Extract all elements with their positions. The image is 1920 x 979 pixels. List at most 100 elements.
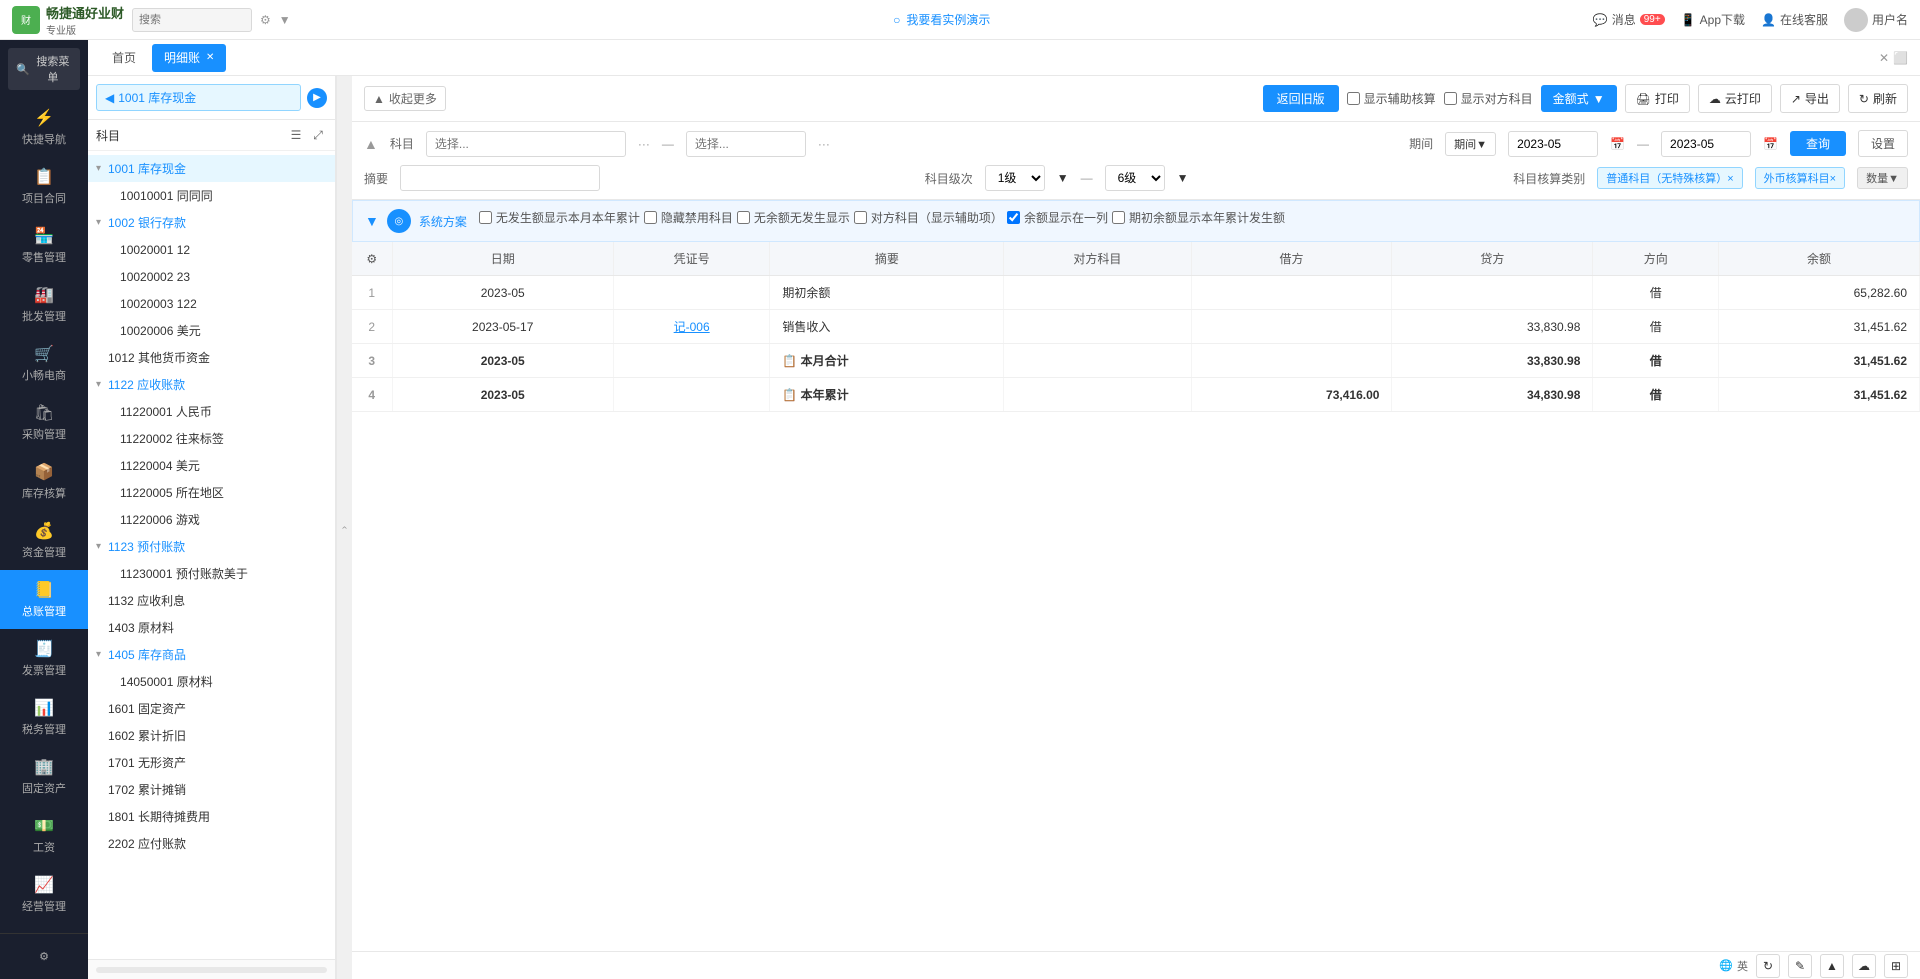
tree-item-1012[interactable]: 1012 其他货币资金: [88, 344, 335, 371]
tree-item-11230001[interactable]: 11230001 预付账款美于: [88, 560, 335, 587]
nav-next-btn[interactable]: ▶: [307, 88, 327, 108]
checkbox-input-cb4[interactable]: [854, 211, 867, 224]
tree-item-10020002[interactable]: 10020002 23: [88, 263, 335, 290]
tree-item-1601[interactable]: 1601 固定资产: [88, 695, 335, 722]
tab-detail[interactable]: 明细账 ✕: [152, 44, 226, 72]
filter-tag-1[interactable]: 普通科目（无特殊核算）×: [1597, 167, 1742, 189]
checkbox-input-cb3[interactable]: [737, 211, 750, 224]
list-view-icon[interactable]: ☰: [287, 126, 305, 144]
tree-item-10020001[interactable]: 10020001 12: [88, 236, 335, 263]
period-type-btn[interactable]: 期间▼: [1445, 132, 1496, 156]
tree-item-11220005[interactable]: 11220005 所在地区: [88, 479, 335, 506]
tree-item-1403[interactable]: 1403 原材料: [88, 614, 335, 641]
calendar-from-icon[interactable]: 📅: [1610, 137, 1625, 151]
setup-btn[interactable]: 设置: [1858, 130, 1908, 157]
message-btn[interactable]: 💬 消息 99+: [1593, 11, 1665, 28]
show-contra-input[interactable]: [1444, 92, 1457, 105]
summary-input[interactable]: [400, 165, 600, 191]
subject-to-more-icon[interactable]: ···: [818, 137, 830, 151]
filter-checkbox-cb1[interactable]: 无发生额显示本月本年累计: [479, 209, 640, 226]
subject-input[interactable]: [426, 131, 626, 157]
checkbox-input-cb1[interactable]: [479, 211, 492, 224]
refresh-btn[interactable]: ↻ 刷新: [1848, 84, 1908, 113]
scheme-name[interactable]: 系统方案: [419, 213, 467, 230]
show-aux-input[interactable]: [1347, 92, 1360, 105]
show-contra-checkbox[interactable]: 显示对方科目: [1444, 90, 1533, 107]
expand-more-btn[interactable]: ▲ 收起更多: [364, 86, 446, 111]
expand-icon[interactable]: ⤢: [309, 126, 327, 144]
sidebar-item-ecommerce[interactable]: 🛒 小畅电商: [0, 334, 88, 393]
level-dropdown-icon[interactable]: ▼: [1057, 171, 1069, 185]
sidebar-item-fixed-assets[interactable]: 🏢 固定资产: [0, 747, 88, 806]
status-cloud-btn[interactable]: ☁: [1852, 954, 1876, 978]
sidebar-item-inventory[interactable]: 📦 库存核算: [0, 452, 88, 511]
sidebar-item-project[interactable]: 📋 项目合同: [0, 157, 88, 216]
tree-item-1122[interactable]: ▾ 1122 应收账款: [88, 371, 335, 398]
show-aux-checkbox[interactable]: 显示辅助核算: [1347, 90, 1436, 107]
status-refresh-btn[interactable]: ↻: [1756, 954, 1780, 978]
cloud-print-btn[interactable]: ☁ 云打印: [1698, 84, 1772, 113]
period-to-input[interactable]: [1661, 131, 1751, 157]
tree-item-10020003[interactable]: 10020003 122: [88, 290, 335, 317]
tree-item-14050001[interactable]: 14050001 原材料: [88, 668, 335, 695]
subject-more-icon[interactable]: ···: [638, 137, 650, 151]
checkbox-input-cb6[interactable]: [1112, 211, 1125, 224]
tab-close-icon[interactable]: ✕: [206, 52, 214, 63]
sidebar-item-ops[interactable]: 📈 经营管理: [0, 865, 88, 924]
amount-mode-btn[interactable]: 金额式 ▼: [1541, 85, 1617, 112]
tab-home[interactable]: 首页: [100, 44, 148, 72]
level-to-dropdown-icon[interactable]: ▼: [1177, 171, 1189, 185]
search-input[interactable]: [132, 8, 252, 32]
calendar-to-icon[interactable]: 📅: [1763, 137, 1778, 151]
horizontal-scrollbar[interactable]: [96, 967, 327, 973]
sidebar-item-ledger[interactable]: 📒 总账管理: [0, 570, 88, 629]
tree-item-1123[interactable]: ▾ 1123 预付账款: [88, 533, 335, 560]
tree-item-10010001[interactable]: 10010001 同同同: [88, 182, 335, 209]
search-menu-btn[interactable]: 🔍 搜索菜单: [8, 48, 80, 90]
sidebar-item-wholesale[interactable]: 🏭 批发管理: [0, 275, 88, 334]
sidebar-item-sales[interactable]: 💼 小畅报销: [0, 924, 88, 933]
table-settings-icon[interactable]: ⚙: [366, 252, 377, 266]
sidebar-item-tax[interactable]: 📊 税务管理: [0, 688, 88, 747]
online-service-btn[interactable]: 👤 在线客服: [1761, 11, 1828, 28]
window-close-btn[interactable]: ✕: [1879, 51, 1889, 65]
level-from-select[interactable]: 1级2级3级: [985, 165, 1045, 191]
export-btn[interactable]: ↗ 导出: [1780, 84, 1840, 113]
sidebar-item-retail[interactable]: 🏪 零售管理: [0, 216, 88, 275]
tree-item-11220006[interactable]: 11220006 游戏: [88, 506, 335, 533]
filter-collapse-icon[interactable]: ▲: [364, 136, 378, 152]
tree-item-1701[interactable]: 1701 无形资产: [88, 749, 335, 776]
tree-item-1002[interactable]: ▾ 1002 银行存款: [88, 209, 335, 236]
filter-tag-2[interactable]: 外币核算科目×: [1755, 167, 1845, 189]
tree-item-1132[interactable]: 1132 应收利息: [88, 587, 335, 614]
checkbox-input-cb5[interactable]: [1007, 211, 1020, 224]
tree-item-11220001[interactable]: 11220001 人民币: [88, 398, 335, 425]
tree-item-11220004[interactable]: 11220004 美元: [88, 452, 335, 479]
subject-to-input[interactable]: [686, 131, 806, 157]
window-maximize-btn[interactable]: ⬜: [1893, 51, 1908, 65]
tree-item-1405[interactable]: ▾ 1405 库存商品: [88, 641, 335, 668]
settings-btn[interactable]: ⚙: [260, 13, 271, 27]
arrow-left-icon[interactable]: ◀: [105, 91, 114, 105]
translate-btn[interactable]: 🌐 英: [1719, 958, 1748, 974]
sidebar-item-invoice[interactable]: 🧾 发票管理: [0, 629, 88, 688]
filter-checkbox-cb6[interactable]: 期初余额显示本年累计发生额: [1112, 209, 1285, 226]
user-avatar[interactable]: 用户名: [1844, 8, 1908, 32]
tree-item-1801[interactable]: 1801 长期待摊费用: [88, 803, 335, 830]
status-grid-btn[interactable]: ⊞: [1884, 954, 1908, 978]
voucher-link[interactable]: 记-006: [674, 320, 710, 334]
query-btn[interactable]: 查询: [1790, 131, 1846, 156]
tree-item-2202[interactable]: 2202 应付账款: [88, 830, 335, 857]
print-btn[interactable]: 🖨 打印: [1625, 84, 1690, 113]
app-download-btn[interactable]: 📱 App下载: [1681, 11, 1745, 28]
sidebar-item-purchase[interactable]: 🛍 采购管理: [0, 393, 88, 452]
filter-tag-quantity[interactable]: 数量▼: [1857, 167, 1908, 189]
tree-item-10020006[interactable]: 10020006 美元: [88, 317, 335, 344]
return-old-btn[interactable]: 返回旧版: [1263, 85, 1339, 112]
sidebar-item-capital[interactable]: 💰 资金管理: [0, 511, 88, 570]
scheme-expand-icon[interactable]: ▼: [365, 213, 379, 229]
status-edit-btn[interactable]: ✎: [1788, 954, 1812, 978]
dropdown-arrow[interactable]: ▼: [279, 13, 291, 27]
checkbox-input-cb2[interactable]: [644, 211, 657, 224]
tree-item-1602[interactable]: 1602 累计折旧: [88, 722, 335, 749]
